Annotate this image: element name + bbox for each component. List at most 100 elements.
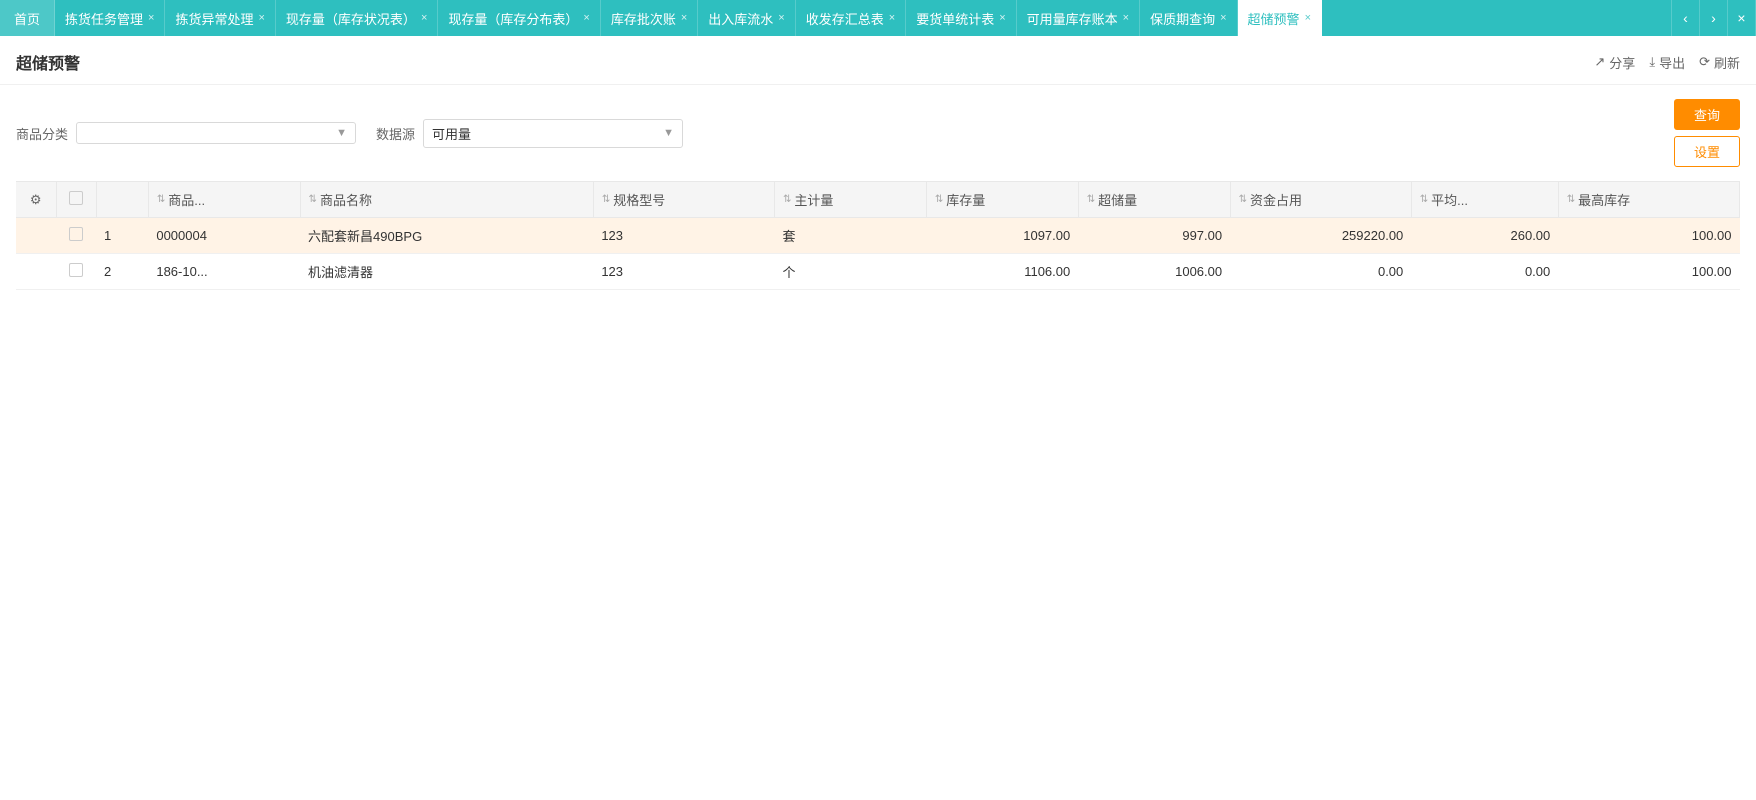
row-unit: 个 [774,254,926,290]
share-btn[interactable]: ↗ 分享 [1594,53,1635,72]
header-checkbox[interactable] [69,191,83,205]
nav-tab-batch[interactable]: 库存批次账× [601,0,698,36]
data-table: ⚙ ⇅ 商品... ⇅ 商品名 [16,181,1740,290]
row-checkbox[interactable] [69,227,83,241]
th-overstock[interactable]: ⇅ 超储量 [1078,182,1230,218]
home-label: 首页 [14,9,40,28]
table-row: 1 0000004 六配套新昌490BPG 123 套 1097.00 997.… [16,218,1740,254]
nav-tab-close-icon[interactable]: × [1305,12,1311,24]
th-avg[interactable]: ⇅ 平均... [1411,182,1558,218]
th-capital-sort: ⇅ 资金占用 [1239,190,1302,209]
row-spec: 123 [593,218,774,254]
nav-prev-btn[interactable]: ‹ [1672,0,1700,36]
th-stock[interactable]: ⇅ 库存量 [926,182,1078,218]
nav-tab-task[interactable]: 拣货任务管理 × [55,0,165,36]
nav-home[interactable]: 首页 [0,0,55,36]
nav-tab-stock_status[interactable]: 现存量（库存状况表） × [276,0,438,36]
row-capital: 0.00 [1230,254,1411,290]
nav-tab-label: 可用量库存账本 [1027,9,1118,28]
nav-tab-expiry[interactable]: 保质期查询 × [1140,0,1237,36]
nav-tab-label: 拣货任务管理 [65,9,143,28]
row-capital: 259220.00 [1230,218,1411,254]
category-chevron-icon: ▼ [336,127,347,139]
nav-tab-close-icon[interactable]: × [583,12,589,24]
th-max-stock-sort: ⇅ 最高库存 [1567,190,1630,209]
row-checkbox-cell [56,218,96,254]
th-product-name[interactable]: ⇅ 商品名称 [300,182,593,218]
nav-tab-inout[interactable]: 出入库流水 × [698,0,795,36]
nav-tab-close-icon[interactable]: × [148,12,154,24]
nav-tab-abnormal[interactable]: 拣货异常处理 × [165,0,275,36]
settings-gear-icon[interactable]: ⚙ [30,192,42,207]
datasource-value: 可用量 [432,124,471,143]
nav-tab-close-icon[interactable]: × [999,12,1005,24]
row-settings-cell [16,254,56,290]
row-stock: 1106.00 [926,254,1078,290]
nav-tab-order_stat[interactable]: 要货单统计表× [906,0,1016,36]
th-product-code-sort: ⇅ 商品... [157,190,205,209]
nav-tab-label: 现存量（库存分布表） [448,9,578,28]
nav-tab-close-icon[interactable]: × [681,12,687,24]
th-rownum [96,182,148,218]
page-container: 超储预警 ↗ 分享 ⤓ 导出 ⟳ 刷新 商品分类 ▼ 数据源 [0,36,1756,800]
row-checkbox-cell [56,254,96,290]
settings-button[interactable]: 设置 [1674,136,1740,167]
nav-tab-overstock[interactable]: 超储预警× [1238,0,1322,36]
share-icon: ↗ [1594,54,1605,70]
export-label: 导出 [1659,53,1685,72]
sort-icon: ⇅ [1420,194,1428,205]
export-btn[interactable]: ⤓ 导出 [1649,53,1685,72]
nav-close-btn[interactable]: × [1728,0,1756,36]
page-header: 超储预警 ↗ 分享 ⤓ 导出 ⟳ 刷新 [0,36,1756,85]
row-settings-cell [16,218,56,254]
nav-tab-close-icon[interactable]: × [1123,12,1129,24]
th-checkbox [56,182,96,218]
nav-tab-close-icon[interactable]: × [1220,12,1226,24]
nav-tab-stock_dist[interactable]: 现存量（库存分布表） × [438,0,600,36]
table-header-row: ⚙ ⇅ 商品... ⇅ 商品名 [16,182,1740,218]
th-avg-sort: ⇅ 平均... [1420,190,1468,209]
row-checkbox[interactable] [69,263,83,277]
nav-tab-label: 拣货异常处理 [175,9,253,28]
row-overstock: 1006.00 [1078,254,1230,290]
nav-tab-avail[interactable]: 可用量库存账本 × [1017,0,1140,36]
row-product-name: 六配套新昌490BPG [300,218,593,254]
table-row: 2 186-10... 机油滤清器 123 个 1106.00 1006.00 … [16,254,1740,290]
nav-next-btn[interactable]: › [1700,0,1728,36]
nav-tab-close-icon[interactable]: × [889,12,895,24]
nav-tab-label: 出入库流水 [708,9,773,28]
th-unit[interactable]: ⇅ 主计量 [774,182,926,218]
nav-tab-close-icon[interactable]: × [421,12,427,24]
th-spec[interactable]: ⇅ 规格型号 [593,182,774,218]
row-num-cell: 1 [96,218,148,254]
th-stock-sort: ⇅ 库存量 [935,190,985,209]
filter-buttons: 查询 设置 [1674,99,1740,167]
sort-icon: ⇅ [602,194,610,205]
share-label: 分享 [1609,53,1635,72]
query-button[interactable]: 查询 [1674,99,1740,130]
row-product-code: 0000004 [148,218,300,254]
th-settings: ⚙ [16,182,56,218]
category-select[interactable]: ▼ [76,122,356,144]
nav-tab-close-icon[interactable]: × [778,12,784,24]
sort-icon: ⇅ [1567,194,1575,205]
th-product-code[interactable]: ⇅ 商品... [148,182,300,218]
refresh-btn[interactable]: ⟳ 刷新 [1699,53,1740,72]
datasource-select[interactable]: 可用量 ▼ [423,119,683,148]
th-max-stock[interactable]: ⇅ 最高库存 [1558,182,1739,218]
th-product-name-sort: ⇅ 商品名称 [309,190,372,209]
nav-tab-close-icon[interactable]: × [258,12,264,24]
nav-tab-collect[interactable]: 收发存汇总表× [796,0,906,36]
sort-icon: ⇅ [157,194,165,205]
row-product-code: 186-10... [148,254,300,290]
sort-icon: ⇅ [783,194,791,205]
datasource-label: 数据源 [376,124,415,143]
row-avg: 260.00 [1411,218,1558,254]
nav-tab-label: 保质期查询 [1150,9,1215,28]
table-wrapper: ⚙ ⇅ 商品... ⇅ 商品名 [0,181,1756,290]
nav-tab-label: 现存量（库存状况表） [286,9,416,28]
row-stock: 1097.00 [926,218,1078,254]
th-capital[interactable]: ⇅ 资金占用 [1230,182,1411,218]
th-spec-sort: ⇅ 规格型号 [602,190,665,209]
row-unit: 套 [774,218,926,254]
